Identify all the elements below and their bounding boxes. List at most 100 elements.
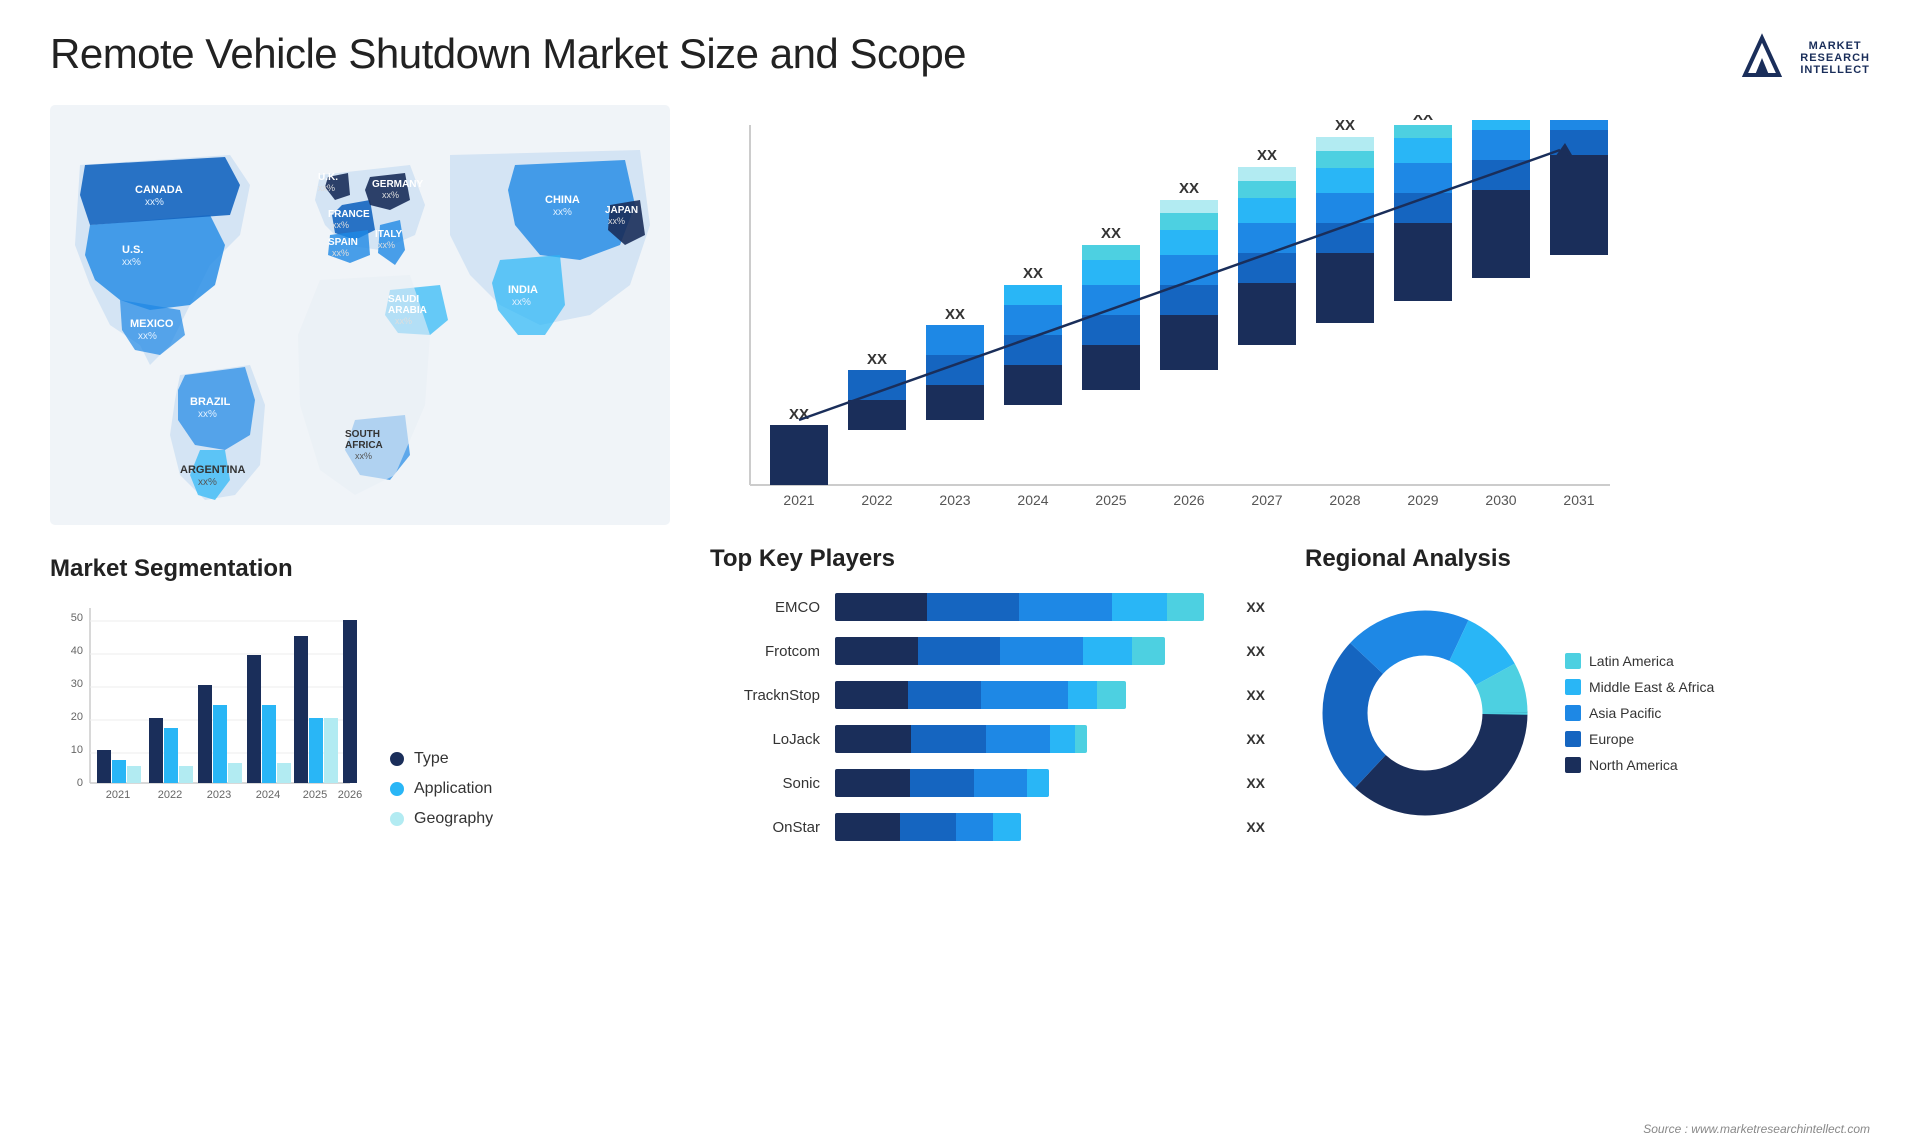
svg-text:2026: 2026 (338, 789, 362, 801)
bar-2022-b1 (848, 400, 906, 430)
svg-text:2024: 2024 (1017, 492, 1048, 508)
players-section: Top Key Players EMCO XX (700, 545, 1275, 1131)
svg-text:CANADA: CANADA (135, 184, 183, 196)
player-row-onstar: OnStar XX (710, 813, 1265, 841)
world-map-section: CANADA xx% U.S. xx% MEXICO xx% BRAZIL xx… (50, 105, 670, 535)
player-row-emco: EMCO XX (710, 593, 1265, 621)
svg-text:2026: 2026 (1173, 492, 1204, 508)
svg-text:2029: 2029 (1407, 492, 1438, 508)
bottom-right: Top Key Players EMCO XX (700, 545, 1870, 1131)
svg-text:CHINA: CHINA (545, 194, 580, 206)
svg-text:2025: 2025 (303, 789, 327, 801)
legend-item-type: Type (390, 750, 493, 768)
player-row-tracknstop: TracknStop XX (710, 681, 1265, 709)
players-title: Top Key Players (710, 545, 1265, 573)
svg-text:xx%: xx% (145, 197, 164, 208)
page-title: Remote Vehicle Shutdown Market Size and … (50, 30, 966, 78)
bar-2021 (770, 425, 828, 485)
player-name-sonic: Sonic (710, 775, 820, 792)
regional-title: Regional Analysis (1305, 545, 1860, 573)
player-bar-lojack (835, 725, 1223, 753)
svg-text:ARABIA: ARABIA (388, 305, 427, 316)
svg-text:XX: XX (1023, 265, 1043, 282)
svg-text:2021: 2021 (783, 492, 814, 508)
player-bar-emco (835, 593, 1223, 621)
svg-text:2031: 2031 (1563, 492, 1594, 508)
regional-section: Regional Analysis (1295, 545, 1870, 1131)
svg-text:xx%: xx% (382, 190, 399, 200)
player-val-sonic: XX (1246, 775, 1265, 791)
legend-dot-type (390, 752, 404, 766)
legend-color-latin-america (1565, 653, 1581, 669)
player-bar-sonic (835, 769, 1223, 797)
player-bar-onstar (835, 813, 1223, 841)
svg-text:JAPAN: JAPAN (605, 205, 638, 216)
legend-text-mea: Middle East & Africa (1589, 679, 1714, 695)
player-name-tracknstop: TracknStop (710, 687, 820, 704)
legend-dot-application (390, 782, 404, 796)
svg-text:AFRICA: AFRICA (345, 440, 383, 451)
seg-legend: Type Application Geography (390, 750, 493, 828)
svg-text:10: 10 (71, 744, 83, 756)
donut-center (1373, 661, 1477, 765)
bottom-left: Market Segmentation 0 10 20 30 40 50 (50, 545, 670, 1131)
svg-text:XX: XX (1413, 115, 1433, 124)
svg-text:xx%: xx% (395, 316, 412, 326)
svg-text:20: 20 (71, 711, 83, 723)
svg-text:XX: XX (1257, 147, 1277, 164)
svg-text:xx%: xx% (138, 331, 157, 342)
svg-text:2022: 2022 (861, 492, 892, 508)
player-name-frotcom: Frotcom (710, 643, 820, 660)
svg-text:XX: XX (1569, 115, 1589, 117)
svg-text:xx%: xx% (608, 216, 625, 226)
segmentation-content: 0 10 20 30 40 50 2 (50, 598, 670, 828)
world-map-svg: CANADA xx% U.S. xx% MEXICO xx% BRAZIL xx… (50, 105, 670, 525)
player-val-onstar: XX (1246, 819, 1265, 835)
svg-text:2021: 2021 (106, 789, 130, 801)
page-container: Remote Vehicle Shutdown Market Size and … (0, 0, 1920, 1146)
svg-text:U.S.: U.S. (122, 244, 143, 256)
svg-text:xx%: xx% (512, 297, 531, 308)
svg-text:ITALY: ITALY (375, 229, 403, 240)
legend-label-application: Application (414, 780, 492, 798)
legend-color-europe (1565, 731, 1581, 747)
svg-text:MEXICO: MEXICO (130, 318, 174, 330)
svg-text:XX: XX (789, 406, 809, 423)
svg-text:2027: 2027 (1251, 492, 1282, 508)
legend-item-geography: Geography (390, 810, 493, 828)
legend-text-asia-pacific: Asia Pacific (1589, 705, 1661, 721)
svg-text:XX: XX (1335, 117, 1355, 134)
legend-color-mea (1565, 679, 1581, 695)
svg-text:xx%: xx% (553, 207, 572, 218)
svg-text:INDIA: INDIA (508, 284, 538, 296)
player-name-emco: EMCO (710, 599, 820, 616)
player-row-frotcom: Frotcom XX (710, 637, 1265, 665)
svg-text:FRANCE: FRANCE (328, 209, 370, 220)
svg-text:2025: 2025 (1095, 492, 1126, 508)
svg-text:BRAZIL: BRAZIL (190, 396, 231, 408)
source-text: Source : www.marketresearchintellect.com (1643, 1122, 1870, 1136)
legend-text-north-america: North America (1589, 757, 1678, 773)
svg-text:2028: 2028 (1329, 492, 1360, 508)
svg-text:XX: XX (945, 306, 965, 323)
player-name-lojack: LoJack (710, 731, 820, 748)
player-val-frotcom: XX (1246, 643, 1265, 659)
legend-item-application: Application (390, 780, 493, 798)
legend-text-europe: Europe (1589, 731, 1634, 747)
svg-text:xx%: xx% (332, 248, 349, 258)
svg-text:2023: 2023 (939, 492, 970, 508)
legend-asia-pacific: Asia Pacific (1565, 705, 1714, 721)
player-val-tracknstop: XX (1246, 687, 1265, 703)
legend-north-america: North America (1565, 757, 1714, 773)
svg-text:SOUTH: SOUTH (345, 429, 380, 440)
player-name-onstar: OnStar (710, 819, 820, 836)
svg-text:XX: XX (1179, 180, 1199, 197)
svg-text:SPAIN: SPAIN (328, 237, 358, 248)
svg-text:2024: 2024 (256, 789, 280, 801)
svg-text:xx%: xx% (355, 451, 372, 461)
svg-text:XX: XX (1101, 225, 1121, 242)
legend-mea: Middle East & Africa (1565, 679, 1714, 695)
header: Remote Vehicle Shutdown Market Size and … (50, 30, 1870, 85)
legend-label-geography: Geography (414, 810, 493, 828)
main-grid: CANADA xx% U.S. xx% MEXICO xx% BRAZIL xx… (50, 105, 1870, 1131)
